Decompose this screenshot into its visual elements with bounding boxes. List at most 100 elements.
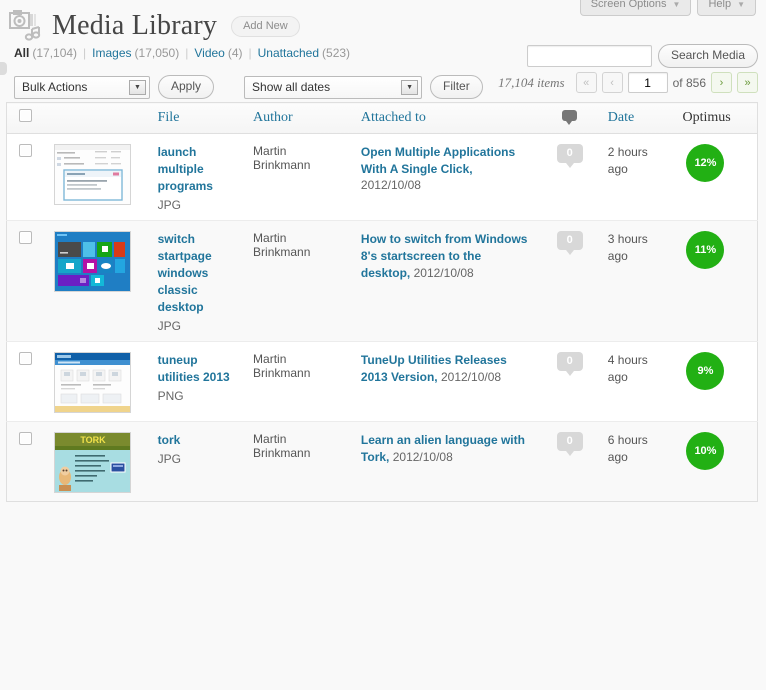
thumbnail-explorer-dialog-screenshot[interactable] (53, 144, 131, 205)
table-row: TORK tork JPG Martin Brinkmann Learn an … (6, 421, 758, 502)
row-file-cell: tuneup utilities 2013 PNG (149, 341, 246, 422)
attached-post-link[interactable]: Open Multiple Applications With A Single… (361, 145, 515, 176)
table-row: tuneup utilities 2013 PNG Martin Brinkma… (6, 341, 758, 422)
column-header-file[interactable]: File (149, 102, 246, 134)
row-checkbox-cell (6, 220, 46, 342)
date-value: 3 hours ago (607, 232, 648, 263)
comment-count-bubble[interactable]: 0 (556, 352, 583, 376)
thumbnail-tuneup-utilities-window[interactable] (53, 352, 131, 413)
file-name-link[interactable]: launch multiple programs (158, 144, 237, 195)
date-value: 2 hours ago (607, 145, 648, 176)
screen-meta-tabs: Screen Options ▼ Help ▼ (579, 0, 756, 16)
row-thumbnail-cell (45, 220, 150, 342)
row-author-cell: Martin Brinkmann (245, 421, 353, 502)
first-page-button[interactable]: « (575, 72, 597, 93)
comment-count-bubble[interactable]: 0 (556, 432, 583, 456)
thumbnail-windows8-startscreen[interactable] (53, 231, 131, 292)
row-comments-cell: 0 (539, 341, 600, 422)
media-table: File Author Attached to Date Optimus lau… (6, 102, 758, 502)
row-thumbnail-cell: TORK (45, 421, 150, 502)
chevron-down-icon: ▼ (672, 0, 681, 9)
help-tab[interactable]: Help ▼ (697, 0, 756, 16)
help-label: Help (708, 0, 732, 10)
column-header-attached-to[interactable]: Attached to (352, 102, 540, 134)
items-count: 17,104 items (498, 74, 565, 90)
filter-link-video[interactable]: Video (194, 46, 224, 60)
row-thumbnail-cell (46, 134, 150, 221)
row-optimus-cell: 12% (674, 134, 757, 221)
comment-count-bubble[interactable]: 0 (556, 231, 583, 255)
thumbnail-tork-website[interactable]: TORK (53, 432, 131, 493)
optimus-badge[interactable]: 11% (686, 231, 725, 269)
attached-post-date: 2012/10/08 (392, 450, 453, 464)
column-header-author[interactable]: Author (245, 102, 353, 134)
row-attached-cell: How to switch from Windows 8's startscre… (352, 220, 540, 342)
file-type-label: JPG (157, 452, 181, 466)
screen-options-tab[interactable]: Screen Options ▼ (579, 0, 692, 16)
row-file-cell: tork JPG (149, 421, 246, 502)
date-value: 4 hours ago (607, 353, 648, 384)
row-comments-cell: 0 (540, 134, 600, 221)
media-library-page: Screen Options ▼ Help ▼ Media Library Ad… (0, 0, 766, 690)
row-checkbox[interactable] (19, 432, 32, 445)
table-row: launch multiple programs JPG Martin Brin… (6, 133, 758, 221)
comment-count-bubble[interactable]: 0 (556, 144, 583, 168)
row-optimus-cell: 10% (674, 421, 758, 502)
next-page-button[interactable]: › (711, 72, 732, 93)
table-body: launch multiple programs JPG Martin Brin… (6, 133, 758, 502)
filter-link-images[interactable]: Images (92, 46, 131, 60)
select-all-header (6, 102, 46, 134)
row-author-cell: Martin Brinkmann (245, 134, 353, 221)
filter-button[interactable]: Filter (430, 75, 483, 99)
last-page-button[interactable]: » (737, 72, 758, 93)
table-header-row: File Author Attached to Date Optimus (6, 102, 758, 134)
total-pages-label: of 856 (672, 75, 706, 90)
row-file-cell: switch startpage windows classic desktop… (149, 220, 246, 342)
search-input[interactable] (526, 45, 652, 67)
file-type-label: PNG (157, 389, 184, 403)
bulk-actions-select[interactable]: Bulk Actions ▼ (14, 75, 150, 99)
file-type-label: JPG (157, 198, 181, 212)
author-name[interactable]: Martin Brinkmann (253, 432, 310, 460)
bulk-actions-label: Bulk Actions (22, 80, 88, 94)
apply-button[interactable]: Apply (158, 75, 215, 99)
prev-page-button[interactable]: ‹ (601, 72, 623, 93)
row-thumbnail-cell (45, 341, 150, 422)
row-author-cell: Martin Brinkmann (245, 220, 353, 342)
author-name[interactable]: Martin Brinkmann (253, 144, 310, 172)
row-checkbox[interactable] (19, 352, 32, 365)
column-header-date[interactable]: Date (599, 102, 675, 134)
row-checkbox[interactable] (19, 144, 32, 157)
author-name[interactable]: Martin Brinkmann (253, 352, 310, 380)
divider: | (185, 46, 189, 60)
divider: | (83, 46, 87, 60)
row-date-cell: 2 hours ago (600, 134, 675, 221)
row-attached-cell: TuneUp Utilities Releases 2013 Version, … (352, 341, 540, 422)
file-name-link[interactable]: switch startpage windows classic desktop (158, 231, 237, 316)
optimus-badge[interactable]: 9% (686, 352, 725, 390)
current-page-input[interactable] (627, 72, 668, 93)
file-name-link[interactable]: tuneup utilities 2013 (158, 352, 237, 386)
column-header-comments[interactable] (539, 102, 600, 134)
filter-link-all[interactable]: All (14, 46, 29, 60)
row-optimus-cell: 9% (674, 341, 758, 422)
row-attached-cell: Learn an alien language with Tork, 2012/… (352, 421, 540, 502)
filter-link-unattached[interactable]: Unattached (258, 46, 319, 60)
file-name-link[interactable]: tork (158, 432, 237, 449)
table-row: switch startpage windows classic desktop… (6, 220, 758, 342)
divider: | (248, 46, 252, 60)
row-comments-cell: 0 (539, 421, 600, 502)
optimus-badge[interactable]: 10% (686, 432, 725, 470)
row-date-cell: 6 hours ago (599, 421, 675, 502)
search-media-button[interactable]: Search Media (657, 44, 758, 68)
date-filter-select[interactable]: Show all dates ▼ (244, 75, 423, 99)
row-checkbox[interactable] (19, 231, 32, 244)
add-new-button[interactable]: Add New (231, 15, 300, 37)
select-all-checkbox[interactable] (19, 109, 32, 122)
row-checkbox-cell (6, 421, 46, 502)
date-value: 6 hours ago (607, 433, 648, 464)
filter-count-all: (17,104) (32, 46, 78, 60)
chevron-down-icon: ▼ (401, 79, 419, 95)
author-name[interactable]: Martin Brinkmann (253, 231, 310, 259)
optimus-badge[interactable]: 12% (686, 144, 725, 182)
